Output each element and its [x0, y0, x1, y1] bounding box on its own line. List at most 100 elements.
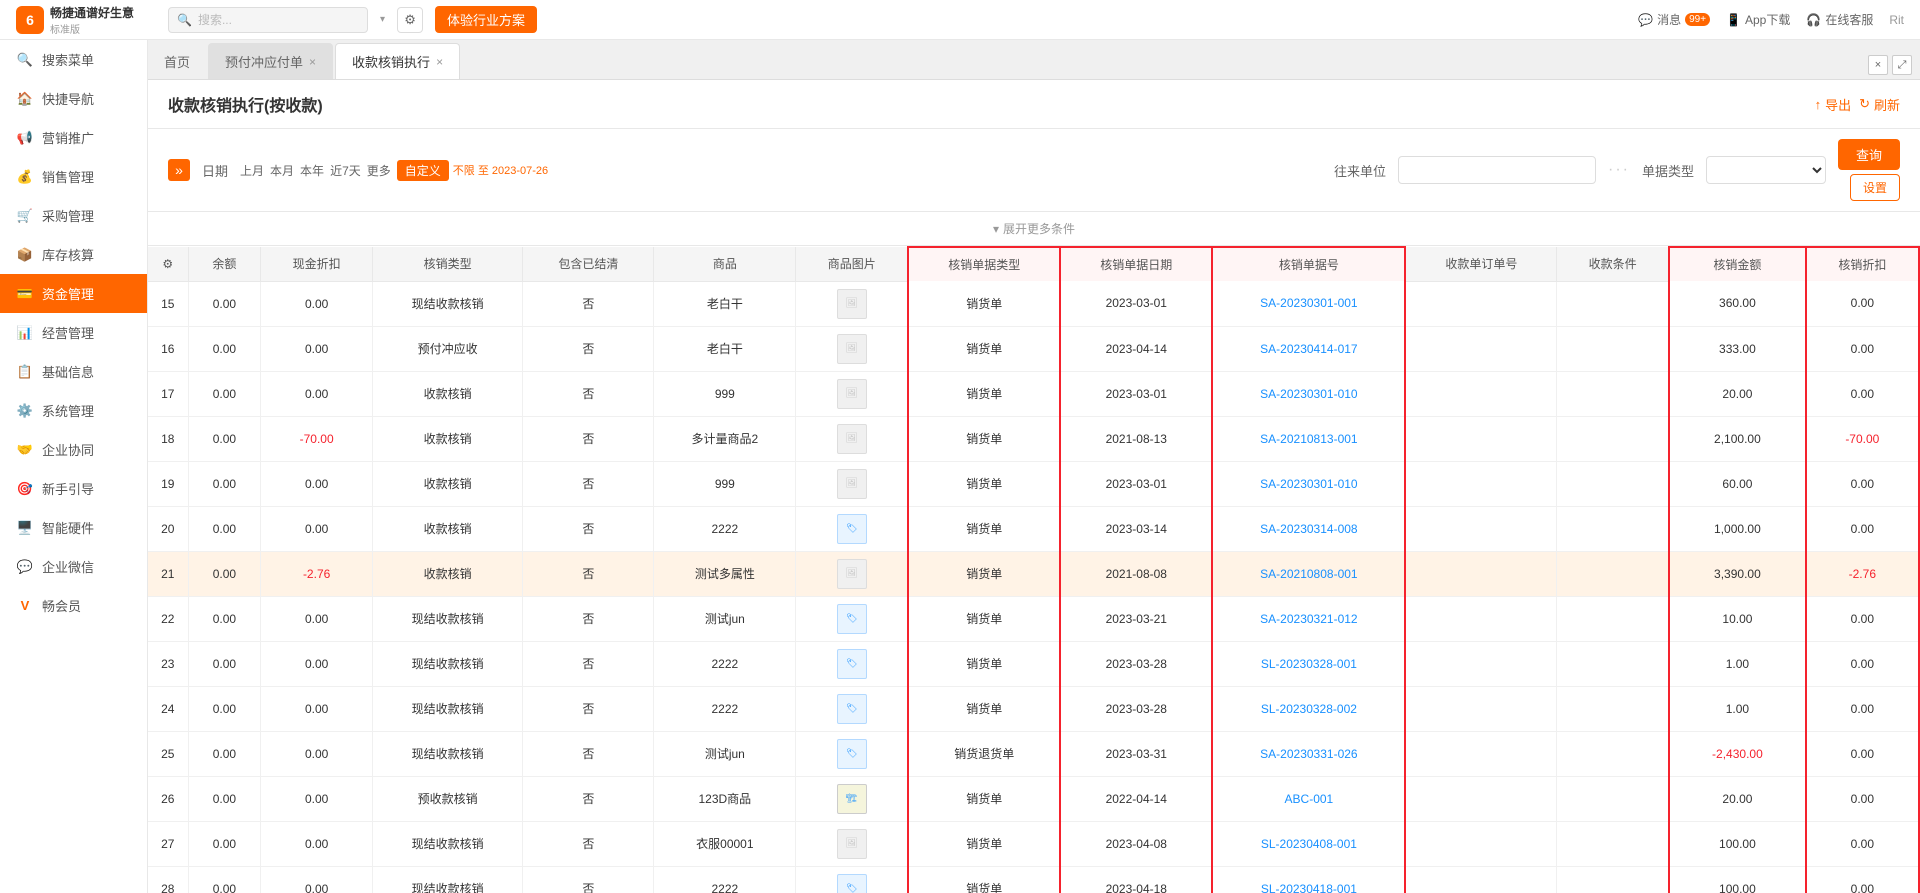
goods-image: 🏷	[837, 874, 867, 893]
row-doc-no[interactable]: SA-20230314-008	[1212, 506, 1405, 551]
sidebar-item-quicknav[interactable]: 🏠 快捷导航	[0, 79, 147, 118]
date-custom-button[interactable]: 自定义	[397, 160, 449, 181]
sidebar-item-finance[interactable]: 💳 资金管理	[0, 274, 147, 313]
tab-home[interactable]: 首页	[148, 44, 206, 79]
sidebar-item-basicinfo[interactable]: 📋 基础信息	[0, 352, 147, 391]
tab-prepay-close[interactable]: ×	[309, 55, 316, 69]
online-service-button[interactable]: 🎧 在线客服	[1806, 11, 1873, 28]
row-doc-date: 2023-04-18	[1060, 866, 1212, 893]
tab-prepay[interactable]: 预付冲应付单 ×	[208, 43, 333, 79]
row-discount: 0.00	[1806, 776, 1919, 821]
sidebar-item-search[interactable]: 🔍 搜索菜单	[0, 40, 147, 79]
filter-settings-button[interactable]: 设置	[1850, 174, 1900, 201]
sidebar-item-operations[interactable]: 📊 经营管理	[0, 313, 147, 352]
logo-text: 畅捷通谱好生意 标准版	[50, 4, 134, 36]
logo-area: 6 畅捷通谱好生意 标准版	[16, 4, 156, 36]
row-doc-date: 2023-04-14	[1060, 326, 1212, 371]
page-content: 收款核销执行(按收款) ↑ 导出 ↻ 刷新 » 日期 上月	[148, 80, 1920, 893]
row-doc-no[interactable]: SA-20230301-001	[1212, 281, 1405, 326]
row-no: 20	[148, 506, 188, 551]
sidebar-item-inventory[interactable]: 📦 库存核算	[0, 235, 147, 274]
date-opt-lastmonth[interactable]: 上月	[240, 162, 264, 179]
row-receipt-cond	[1557, 686, 1669, 731]
row-amount: 333.00	[1669, 326, 1806, 371]
window-expand-button[interactable]: ⤢	[1892, 55, 1912, 75]
solution-button[interactable]: 体验行业方案	[435, 6, 537, 33]
export-button[interactable]: ↑ 导出	[1815, 95, 1852, 114]
row-discount: -70.00	[1806, 416, 1919, 461]
tab-writeoff[interactable]: 收款核销执行 ×	[335, 43, 460, 79]
refresh-button[interactable]: ↻ 刷新	[1859, 95, 1900, 114]
date-label: 日期	[202, 161, 228, 180]
row-writeoff-type: 收款核销	[372, 461, 522, 506]
sidebar-item-sales[interactable]: 💰 销售管理	[0, 157, 147, 196]
row-doc-no[interactable]: SA-20210813-001	[1212, 416, 1405, 461]
row-doc-no[interactable]: SL-20230328-001	[1212, 641, 1405, 686]
row-doc-no[interactable]: SA-20230414-017	[1212, 326, 1405, 371]
window-close-button[interactable]: ×	[1868, 55, 1888, 75]
sidebar-item-wechat[interactable]: 💬 企业微信	[0, 547, 147, 586]
col-header-balance: 余额	[188, 247, 261, 281]
row-cash-discount: 0.00	[261, 371, 373, 416]
top-search-box[interactable]: 🔍 搜索...	[168, 7, 368, 33]
expand-more-bar: ▾ 展开更多条件	[148, 212, 1920, 246]
row-doc-no[interactable]: SA-20230321-012	[1212, 596, 1405, 641]
row-receipt-order	[1405, 461, 1556, 506]
row-goods-img: 🖼	[796, 551, 908, 596]
table-row: 28 0.00 0.00 现结收款核销 否 2222 🏷 销货单 2023-04…	[148, 866, 1919, 893]
col-header-settings[interactable]: ⚙	[148, 247, 188, 281]
row-doc-no[interactable]: SL-20230408-001	[1212, 821, 1405, 866]
row-doc-no[interactable]: SA-20230331-026	[1212, 731, 1405, 776]
table-row: 19 0.00 0.00 收款核销 否 999 🖼 销货单 2023-03-01…	[148, 461, 1919, 506]
row-cash-discount: 0.00	[261, 461, 373, 506]
query-button[interactable]: 查询	[1838, 139, 1900, 170]
row-balance: 0.00	[188, 641, 261, 686]
counterpart-input[interactable]	[1398, 156, 1596, 184]
settings-icon[interactable]: ⚙	[397, 7, 423, 33]
sidebar-item-guide[interactable]: 🎯 新手引导	[0, 469, 147, 508]
col-header-doc-type: 核销单据类型	[908, 247, 1060, 281]
sidebar-item-hardware[interactable]: 🖥️ 智能硬件	[0, 508, 147, 547]
row-receipt-order	[1405, 281, 1556, 326]
row-goods-img: 🏷	[796, 506, 908, 551]
row-doc-no[interactable]: SA-20210808-001	[1212, 551, 1405, 596]
goods-image: 🏷	[837, 604, 867, 634]
row-doc-no[interactable]: SL-20230418-001	[1212, 866, 1405, 893]
sidebar-item-vip[interactable]: V 畅会员	[0, 586, 147, 625]
wechat-icon: 💬	[16, 558, 34, 576]
expand-button[interactable]: »	[168, 159, 190, 181]
row-included: 否	[523, 596, 654, 641]
row-doc-no[interactable]: SL-20230328-002	[1212, 686, 1405, 731]
sidebar-item-marketing[interactable]: 📢 营销推广	[0, 118, 147, 157]
sidebar-item-purchase[interactable]: 🛒 采购管理	[0, 196, 147, 235]
expand-more-button[interactable]: ▾ 展开更多条件	[148, 216, 1920, 241]
row-writeoff-type: 预收款核销	[372, 776, 522, 821]
row-doc-no[interactable]: SA-20230301-010	[1212, 371, 1405, 416]
messages-button[interactable]: 💬 消息 99+	[1638, 11, 1710, 28]
row-receipt-cond	[1557, 416, 1669, 461]
row-discount: 0.00	[1806, 821, 1919, 866]
row-amount: 20.00	[1669, 776, 1806, 821]
table-row: 17 0.00 0.00 收款核销 否 999 🖼 销货单 2023-03-01…	[148, 371, 1919, 416]
tab-writeoff-close[interactable]: ×	[436, 55, 443, 69]
app-download-button[interactable]: 📱 App下载	[1726, 11, 1790, 28]
sidebar-item-system[interactable]: ⚙️ 系统管理	[0, 391, 147, 430]
date-opt-7days[interactable]: 近7天	[330, 162, 361, 179]
row-receipt-order	[1405, 371, 1556, 416]
top-right-area: 💬 消息 99+ 📱 App下载 🎧 在线客服 Rit	[1638, 11, 1904, 28]
row-doc-no[interactable]: ABC-001	[1212, 776, 1405, 821]
row-doc-type: 销货单	[908, 776, 1060, 821]
date-opt-more[interactable]: 更多	[367, 162, 391, 179]
sidebar-item-collab[interactable]: 🤝 企业协同	[0, 430, 147, 469]
row-goods-img: 🏷	[796, 596, 908, 641]
search-dropdown-icon[interactable]: ▾	[380, 14, 385, 25]
receipt-type-select[interactable]	[1706, 156, 1826, 184]
row-doc-no[interactable]: SA-20230301-010	[1212, 461, 1405, 506]
row-receipt-order	[1405, 416, 1556, 461]
row-doc-type: 销货单	[908, 371, 1060, 416]
row-receipt-order	[1405, 686, 1556, 731]
date-opt-thisyear[interactable]: 本年	[300, 162, 324, 179]
col-header-doc-no: 核销单据号	[1212, 247, 1405, 281]
row-no: 24	[148, 686, 188, 731]
date-opt-thismonth[interactable]: 本月	[270, 162, 294, 179]
